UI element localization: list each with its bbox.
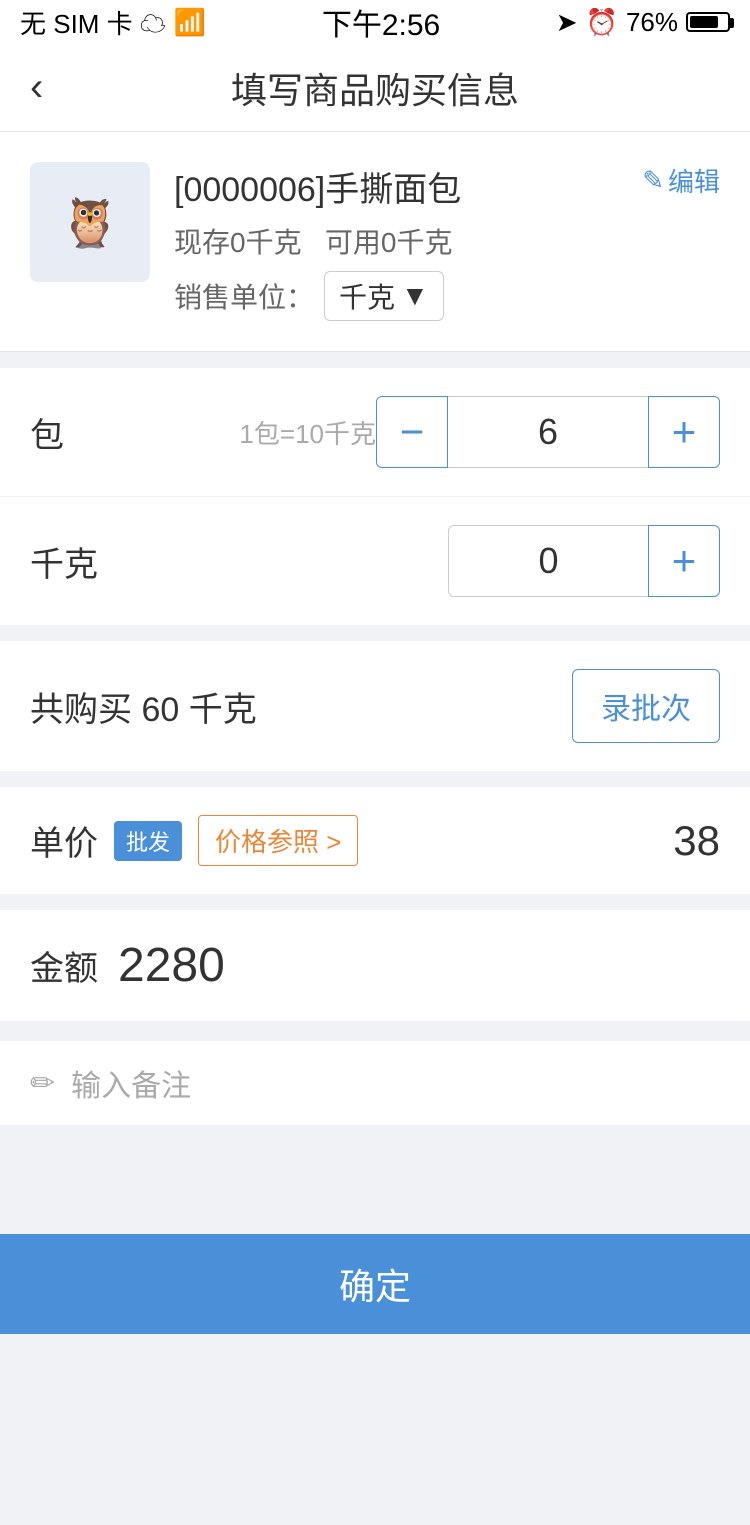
remark-row[interactable]: ✏ 输入备注 [0, 1041, 750, 1125]
product-card: 🦉 [0000006]手撕面包 现存0千克 可用0千克 销售单位： 千克 ▼ ✎… [0, 132, 750, 352]
price-label: 单价 [30, 816, 98, 865]
remark-placeholder: 输入备注 [71, 1061, 191, 1105]
product-logo-icon: 🦉 [60, 194, 120, 251]
status-left: 无 SIM 卡 ☁ 📶 [20, 4, 206, 41]
kg-row: 千克 + [0, 497, 750, 625]
quantity-section: 包 1包=10千克 − + 千克 + [0, 368, 750, 625]
total-text: 共购买 60 千克 [30, 682, 257, 731]
price-value: 38 [673, 817, 720, 865]
kg-qty-input[interactable] [448, 525, 648, 597]
sim-status: 无 SIM 卡 ☁ [20, 4, 166, 41]
kg-label: 千克 [30, 537, 448, 586]
confirm-button[interactable]: 确定 [0, 1234, 750, 1334]
alarm-icon: ⏰ [586, 7, 618, 38]
bao-plus-button[interactable]: + [648, 396, 720, 468]
page-title: 填写商品购买信息 [231, 62, 519, 114]
amount-label: 金额 [30, 941, 98, 990]
price-row: 单价 批发 价格参照 > 38 [30, 815, 720, 866]
edit-button[interactable]: ✎ 编辑 [642, 162, 720, 199]
kg-qty-control: + [448, 525, 720, 597]
price-left: 单价 批发 价格参照 > [30, 815, 358, 866]
product-thumbnail: 🦉 [30, 162, 150, 282]
total-row: 共购买 60 千克 录批次 [0, 641, 750, 771]
amount-row: 金额 2280 [0, 910, 750, 1021]
wifi-icon: 📶 [174, 7, 206, 38]
battery-percent: 76% [626, 7, 678, 38]
price-section: 单价 批发 价格参照 > 38 [0, 787, 750, 894]
product-info: [0000006]手撕面包 现存0千克 可用0千克 销售单位： 千克 ▼ [174, 162, 618, 321]
back-button[interactable]: ‹ [30, 65, 43, 110]
status-time: 下午2:56 [322, 0, 440, 44]
unit-select[interactable]: 千克 ▼ [324, 271, 444, 321]
batch-button[interactable]: 录批次 [572, 669, 720, 743]
location-icon: ➤ [556, 7, 578, 38]
product-unit-row: 销售单位： 千克 ▼ [174, 271, 618, 321]
bao-qty-control: − + [376, 396, 720, 468]
price-reference-button[interactable]: 价格参照 > [198, 815, 358, 866]
chevron-down-icon: ▼ [401, 280, 429, 312]
status-bar: 无 SIM 卡 ☁ 📶 下午2:56 ➤ ⏰ 76% [0, 0, 750, 44]
price-tag: 批发 [114, 821, 182, 861]
bao-label: 包 [30, 408, 223, 457]
product-name: [0000006]手撕面包 [174, 162, 618, 211]
edit-icon: ✎ [642, 165, 664, 196]
kg-plus-button[interactable]: + [648, 525, 720, 597]
battery-icon [686, 12, 730, 32]
bao-row: 包 1包=10千克 − + [0, 368, 750, 497]
bao-qty-input[interactable] [448, 396, 648, 468]
nav-bar: ‹ 填写商品购买信息 [0, 44, 750, 132]
bao-minus-button[interactable]: − [376, 396, 448, 468]
product-stock: 现存0千克 可用0千克 [174, 221, 618, 261]
amount-value: 2280 [118, 938, 225, 993]
status-right: ➤ ⏰ 76% [556, 7, 730, 38]
bao-hint: 1包=10千克 [239, 414, 376, 451]
pencil-icon: ✏ [30, 1066, 55, 1101]
